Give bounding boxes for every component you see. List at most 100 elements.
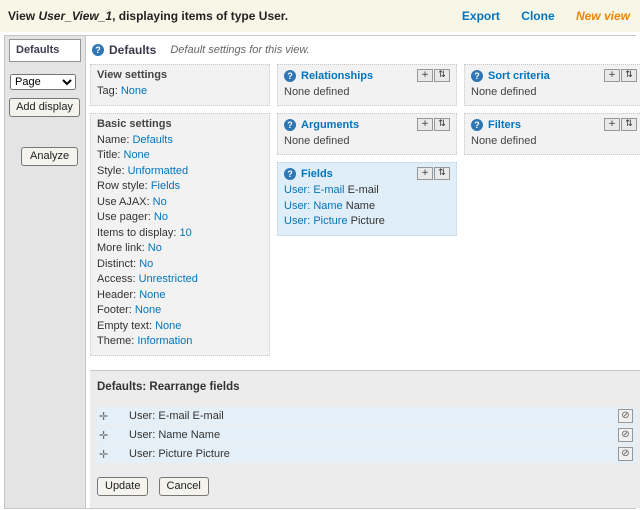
setting-row: Footer: None xyxy=(97,304,162,316)
new-view-link[interactable]: New view xyxy=(576,9,630,23)
settings-columns: View settings Tag: None Basic settings N… xyxy=(90,64,640,363)
filters-empty: None defined xyxy=(471,135,537,147)
filters-title-link[interactable]: Filters xyxy=(488,119,521,131)
help-icon[interactable]: ? xyxy=(284,69,296,82)
view-summary-bar: View User_View_1, displaying items of ty… xyxy=(0,0,640,32)
display-sidebar: Defaults Page Add display Analyze xyxy=(5,36,86,508)
arguments-box: ? Arguments + ⇅ None defined xyxy=(277,113,457,155)
setting-row: Theme: Information xyxy=(97,335,193,347)
setting-value-link[interactable]: Defaults xyxy=(132,134,172,146)
tab-defaults[interactable]: Defaults xyxy=(9,39,81,62)
field-row: User: Picture Picture xyxy=(284,215,385,227)
setting-value-link[interactable]: No xyxy=(148,242,162,254)
help-icon[interactable]: ? xyxy=(284,118,296,131)
relationships-box: ? Relationships + ⇅ None defined xyxy=(277,64,457,106)
drag-handle-icon[interactable]: ✛ xyxy=(99,448,115,461)
rearrange-row-label: User: Picture Picture xyxy=(129,448,230,460)
setting-row: Items to display: 10 xyxy=(97,226,192,239)
add-display-button[interactable]: Add display xyxy=(9,98,80,117)
view-title: View User_View_1, displaying items of ty… xyxy=(8,9,289,23)
rearrange-row: ✛ User: Picture Picture ⊘ xyxy=(97,445,637,463)
cancel-button[interactable]: Cancel xyxy=(158,477,209,496)
arguments-title-link[interactable]: Arguments xyxy=(301,119,359,131)
rearrange-row: ✛ User: E-mail E-mail ⊘ xyxy=(97,407,637,425)
setting-value-link[interactable]: Unrestricted xyxy=(139,273,198,285)
remove-icon[interactable]: ⊘ xyxy=(618,409,633,423)
rearrange-icon[interactable]: ⇅ xyxy=(434,167,450,180)
field-link[interactable]: User: E-mail xyxy=(284,184,345,196)
setting-row: Use AJAX: No xyxy=(97,195,167,208)
add-icon[interactable]: + xyxy=(417,118,433,131)
help-icon[interactable]: ? xyxy=(471,118,483,131)
relationships-title-link[interactable]: Relationships xyxy=(301,70,373,82)
drag-handle-icon[interactable]: ✛ xyxy=(99,410,115,423)
setting-row: Tag: None xyxy=(97,85,148,97)
view-settings-title: View settings xyxy=(97,69,168,81)
remove-icon[interactable]: ⊘ xyxy=(618,447,633,461)
settings-column-2: ? Relationships + ⇅ None defined ? Argum… xyxy=(277,64,457,236)
setting-value-link[interactable]: Unformatted xyxy=(128,165,189,177)
sort-criteria-box: ? Sort criteria + ⇅ None defined xyxy=(464,64,640,106)
setting-row: Style: Unformatted xyxy=(97,164,189,177)
add-icon[interactable]: + xyxy=(604,69,620,82)
setting-value-link[interactable]: None xyxy=(139,289,165,301)
display-type-select[interactable]: Page xyxy=(10,74,76,90)
rearrange-row-label: User: Name Name xyxy=(129,429,221,441)
setting-value-link[interactable]: No xyxy=(154,211,168,223)
filters-box: ? Filters + ⇅ None defined xyxy=(464,113,640,155)
rearrange-icon[interactable]: ⇅ xyxy=(434,118,450,131)
view-actions: Export Clone New view xyxy=(444,9,630,23)
views-edit-container: Defaults Page Add display Analyze ? Defa… xyxy=(4,35,640,509)
setting-row: Empty text: None xyxy=(97,319,182,332)
sort-criteria-empty: None defined xyxy=(471,86,537,98)
field-link[interactable]: User: Name xyxy=(284,200,343,212)
setting-value-link[interactable]: None xyxy=(124,149,150,161)
field-row: User: E-mail E-mail xyxy=(284,184,379,196)
add-icon[interactable]: + xyxy=(604,118,620,131)
display-header-caption: Default settings for this view. xyxy=(170,44,310,56)
help-icon[interactable]: ? xyxy=(284,167,296,180)
arguments-empty: None defined xyxy=(284,135,350,147)
basic-settings-box: Basic settings Name: Defaults Title: Non… xyxy=(90,112,270,356)
rearrange-icon[interactable]: ⇅ xyxy=(434,69,450,82)
rearrange-row: ✛ User: Name Name ⊘ xyxy=(97,426,637,444)
help-icon[interactable]: ? xyxy=(471,69,483,82)
setting-row: Header: None xyxy=(97,288,166,301)
fields-title-link[interactable]: Fields xyxy=(301,168,333,180)
add-icon[interactable]: + xyxy=(417,167,433,180)
rearrange-icon[interactable]: ⇅ xyxy=(621,118,637,131)
clone-link[interactable]: Clone xyxy=(521,9,554,23)
basic-settings-title: Basic settings xyxy=(97,117,172,130)
help-icon[interactable]: ? xyxy=(92,44,104,56)
rearrange-row-label: User: E-mail E-mail xyxy=(129,410,224,422)
remove-icon[interactable]: ⊘ xyxy=(618,428,633,442)
setting-value-link[interactable]: No xyxy=(139,258,153,270)
setting-value-link[interactable]: 10 xyxy=(180,227,192,239)
display-header: ? Defaults Default settings for this vie… xyxy=(90,40,640,64)
update-button[interactable]: Update xyxy=(97,477,149,496)
setting-row: Title: None xyxy=(97,149,150,161)
setting-row: More link: No xyxy=(97,242,162,254)
sort-criteria-title-link[interactable]: Sort criteria xyxy=(488,70,550,82)
export-link[interactable]: Export xyxy=(462,9,500,23)
fields-box: ? Fields + ⇅ User: E-mail E-mail User: N… xyxy=(277,162,457,236)
settings-column-3: ? Sort criteria + ⇅ None defined ? Filte… xyxy=(464,64,640,155)
setting-value-link[interactable]: None xyxy=(121,85,147,97)
setting-row: Distinct: No xyxy=(97,257,154,270)
setting-value-link[interactable]: None xyxy=(155,320,181,332)
field-row: User: Name Name xyxy=(284,199,376,212)
form-actions: Update Cancel xyxy=(97,477,637,496)
rearrange-fields-panel: Defaults: Rearrange fields ✛ User: E-mai… xyxy=(90,370,640,508)
analyze-button[interactable]: Analyze xyxy=(21,147,79,166)
rearrange-icon[interactable]: ⇅ xyxy=(621,69,637,82)
setting-value-link[interactable]: None xyxy=(135,304,161,316)
view-settings-box: View settings Tag: None xyxy=(90,64,270,106)
add-icon[interactable]: + xyxy=(417,69,433,82)
setting-value-link[interactable]: Fields xyxy=(151,180,180,192)
drag-handle-icon[interactable]: ✛ xyxy=(99,429,115,442)
field-link[interactable]: User: Picture xyxy=(284,215,348,227)
display-header-title: Defaults xyxy=(109,43,157,57)
setting-value-link[interactable]: Information xyxy=(137,335,192,347)
setting-value-link[interactable]: No xyxy=(153,196,167,208)
relationships-empty: None defined xyxy=(284,86,350,98)
